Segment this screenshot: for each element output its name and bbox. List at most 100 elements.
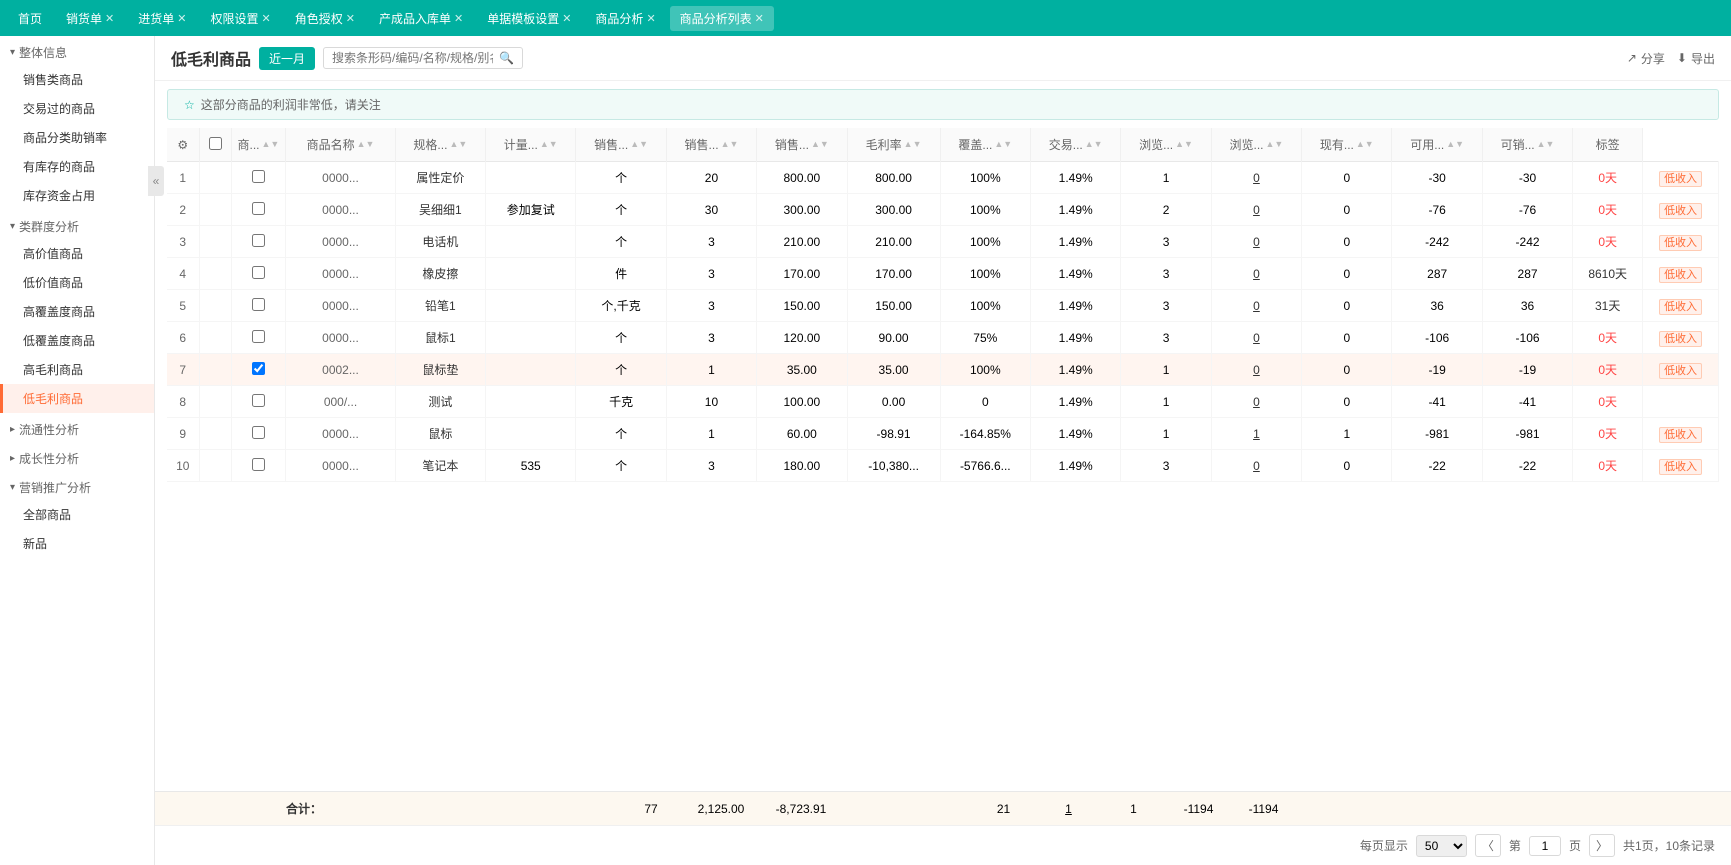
- row-settings[interactable]: [199, 258, 231, 290]
- row-settings[interactable]: [199, 450, 231, 482]
- row-settings[interactable]: [199, 226, 231, 258]
- th-sales-price[interactable]: 销售...▲▼: [666, 128, 756, 162]
- row-checkbox[interactable]: [252, 234, 265, 247]
- close-icon[interactable]: ✕: [105, 12, 114, 25]
- sidebar-group-cluster[interactable]: ▾ 类群度分析: [0, 210, 154, 239]
- view1-link[interactable]: 0: [1253, 235, 1260, 249]
- next-page-button[interactable]: 〉: [1589, 834, 1615, 857]
- cell-view1[interactable]: 0: [1211, 354, 1301, 386]
- close-icon[interactable]: ✕: [262, 12, 271, 25]
- cell-view1[interactable]: 0: [1211, 226, 1301, 258]
- cell-view1[interactable]: 1: [1211, 418, 1301, 450]
- search-icon[interactable]: 🔍: [499, 51, 514, 65]
- row-settings[interactable]: [199, 290, 231, 322]
- view1-link[interactable]: 0: [1253, 171, 1260, 185]
- export-button[interactable]: ⬇ 导出: [1677, 50, 1715, 67]
- sidebar-item-category-rate[interactable]: 商品分类助销率: [0, 123, 154, 152]
- view1-link[interactable]: 0: [1253, 395, 1260, 409]
- row-checkbox[interactable]: [252, 266, 265, 279]
- row-checkbox[interactable]: [252, 394, 265, 407]
- sidebar-item-traded-goods[interactable]: 交易过的商品: [0, 94, 154, 123]
- select-all-checkbox[interactable]: [209, 137, 222, 150]
- cell-view1[interactable]: 0: [1211, 450, 1301, 482]
- sidebar-item-sales-goods[interactable]: 销售类商品: [0, 65, 154, 94]
- row-checkbox[interactable]: [252, 426, 265, 439]
- row-settings[interactable]: [199, 386, 231, 418]
- page-size-select[interactable]: 50 100 200: [1416, 835, 1467, 857]
- row-checkbox[interactable]: [252, 458, 265, 471]
- sidebar-item-new-goods[interactable]: 新品: [0, 529, 154, 558]
- cell-view1[interactable]: 0: [1211, 322, 1301, 354]
- view1-link[interactable]: 0: [1253, 331, 1260, 345]
- row-checkbox[interactable]: [252, 330, 265, 343]
- sidebar-item-low-value[interactable]: 低价值商品: [0, 268, 154, 297]
- period-button[interactable]: 近一月: [259, 47, 315, 70]
- sidebar-item-all-goods[interactable]: 全部商品: [0, 500, 154, 529]
- th-available[interactable]: 可用...▲▼: [1392, 128, 1482, 162]
- share-button[interactable]: ↗ 分享: [1627, 50, 1665, 67]
- row-checkbox[interactable]: [252, 298, 265, 311]
- row-settings[interactable]: [199, 322, 231, 354]
- th-sales-qty[interactable]: 销售...▲▼: [576, 128, 666, 162]
- th-name[interactable]: 商品名称▲▼: [286, 128, 395, 162]
- sidebar-item-high-margin[interactable]: 高毛利商品: [0, 355, 154, 384]
- sidebar-item-stock-capital[interactable]: 库存资金占用: [0, 181, 154, 210]
- th-sales-profit[interactable]: 销售...▲▼: [757, 128, 847, 162]
- close-icon[interactable]: ✕: [562, 12, 571, 25]
- cell-view1[interactable]: 0: [1211, 162, 1301, 194]
- th-code[interactable]: 商...▲▼: [231, 128, 286, 162]
- nav-home[interactable]: 首页: [8, 6, 52, 31]
- cell-view1[interactable]: 0: [1211, 258, 1301, 290]
- nav-template-settings[interactable]: 单据模板设置 ✕: [477, 6, 581, 31]
- th-gross-margin[interactable]: 毛利率▲▼: [847, 128, 940, 162]
- sidebar-item-high-coverage[interactable]: 高覆盖度商品: [0, 297, 154, 326]
- sidebar-item-stock-goods[interactable]: 有库存的商品: [0, 152, 154, 181]
- close-icon[interactable]: ✕: [755, 12, 764, 25]
- view1-link[interactable]: 1: [1253, 427, 1260, 441]
- sidebar-collapse-button[interactable]: «: [148, 166, 164, 196]
- sidebar-item-high-value[interactable]: 高价值商品: [0, 239, 154, 268]
- sidebar-group-growth[interactable]: ▸ 成长性分析: [0, 442, 154, 471]
- view1-link[interactable]: 0: [1253, 363, 1260, 377]
- close-icon[interactable]: ✕: [454, 12, 463, 25]
- th-spec[interactable]: 规格...▲▼: [395, 128, 485, 162]
- search-input[interactable]: [332, 51, 493, 65]
- page-number-input[interactable]: [1529, 836, 1561, 856]
- cell-view1[interactable]: 0: [1211, 194, 1301, 226]
- row-checkbox[interactable]: [252, 362, 265, 375]
- close-icon[interactable]: ✕: [646, 12, 655, 25]
- th-view1[interactable]: 浏览...▲▼: [1121, 128, 1211, 162]
- th-sellable[interactable]: 可销...▲▼: [1482, 128, 1572, 162]
- prev-page-button[interactable]: 〈: [1475, 834, 1501, 857]
- sidebar-item-low-coverage[interactable]: 低覆盖度商品: [0, 326, 154, 355]
- sidebar-group-circulation[interactable]: ▸ 流通性分析: [0, 413, 154, 442]
- view1-link[interactable]: 0: [1253, 203, 1260, 217]
- row-checkbox[interactable]: [252, 202, 265, 215]
- nav-sales-order[interactable]: 销货单 ✕: [56, 6, 124, 31]
- nav-goods-analysis[interactable]: 商品分析 ✕: [585, 6, 665, 31]
- th-view2[interactable]: 浏览...▲▼: [1211, 128, 1301, 162]
- th-current[interactable]: 现有...▲▼: [1302, 128, 1392, 162]
- cell-view1[interactable]: 0: [1211, 386, 1301, 418]
- nav-permission-settings[interactable]: 权限设置 ✕: [200, 6, 280, 31]
- th-coverage[interactable]: 覆盖...▲▼: [940, 128, 1030, 162]
- row-checkbox[interactable]: [252, 170, 265, 183]
- row-settings[interactable]: [199, 194, 231, 226]
- view1-link[interactable]: 0: [1253, 267, 1260, 281]
- view1-link[interactable]: 0: [1253, 459, 1260, 473]
- close-icon[interactable]: ✕: [177, 12, 186, 25]
- th-settings[interactable]: ⚙: [167, 128, 199, 162]
- th-unit[interactable]: 计量...▲▼: [486, 128, 576, 162]
- close-icon[interactable]: ✕: [346, 12, 355, 25]
- th-trade[interactable]: 交易...▲▼: [1030, 128, 1120, 162]
- nav-goods-analysis-list[interactable]: 商品分析列表 ✕: [670, 6, 774, 31]
- cell-view1[interactable]: 0: [1211, 290, 1301, 322]
- nav-purchase-order[interactable]: 进货单 ✕: [128, 6, 196, 31]
- row-settings[interactable]: [199, 418, 231, 450]
- row-settings[interactable]: [199, 162, 231, 194]
- sidebar-group-marketing[interactable]: ▾ 营销推广分析: [0, 471, 154, 500]
- sidebar-item-low-margin[interactable]: 低毛利商品: [0, 384, 154, 413]
- nav-product-inbound[interactable]: 产成品入库单 ✕: [369, 6, 473, 31]
- row-settings[interactable]: [199, 354, 231, 386]
- nav-role-auth[interactable]: 角色授权 ✕: [285, 6, 365, 31]
